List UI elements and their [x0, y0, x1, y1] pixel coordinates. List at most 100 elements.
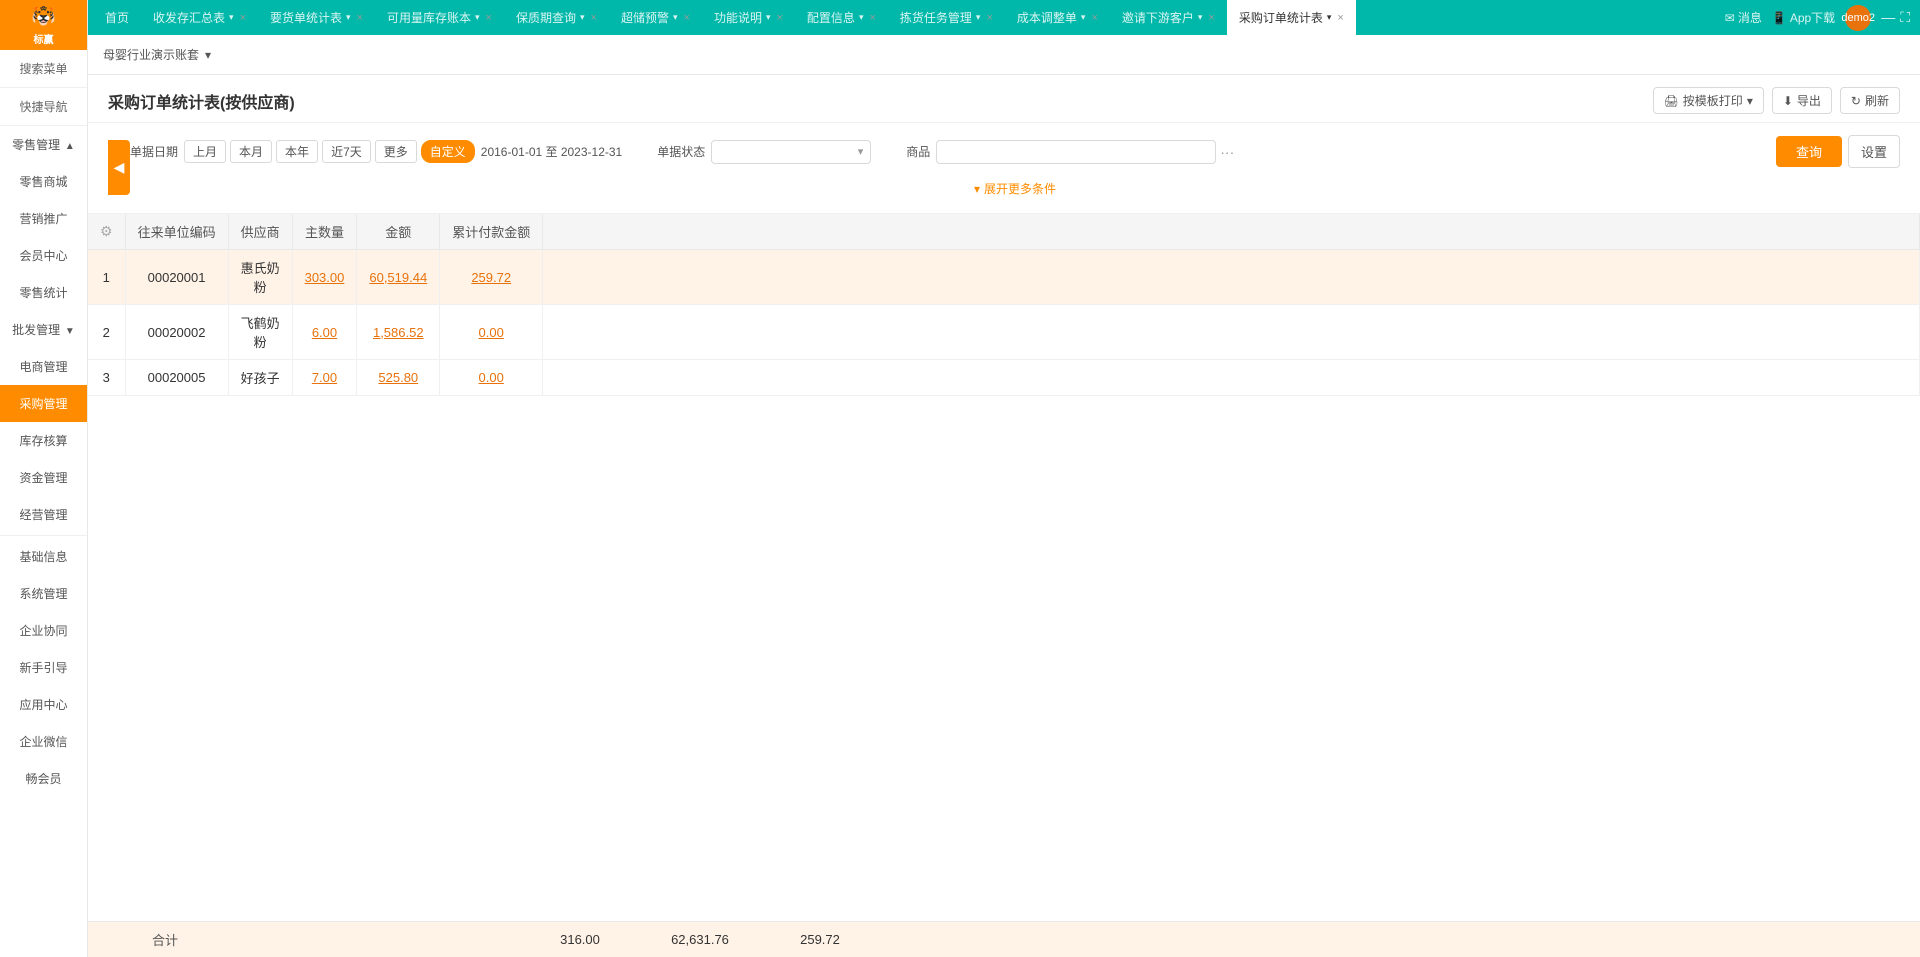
row-amount[interactable]: 60,519.44: [357, 250, 440, 305]
sidebar-item-system[interactable]: 系统管理: [0, 575, 87, 612]
sidebar-item-vip[interactable]: 畅会员: [0, 760, 87, 797]
minimize-btn[interactable]: —: [1881, 9, 1895, 26]
status-label: 单据状态: [657, 143, 705, 160]
goods-more-btn[interactable]: ···: [1220, 144, 1234, 160]
tab-cost-adjust[interactable]: 成本调整单 ▾ ×: [1005, 0, 1110, 35]
row-paid[interactable]: 259.72: [440, 250, 543, 305]
topbar: 首页 收发存汇总表 ▾ × 要货单统计表 ▾ × 可用量库存账本 ▾ × 保质期…: [88, 0, 1920, 35]
sidebar-item-basic[interactable]: 基础信息: [0, 538, 87, 575]
table-row[interactable]: 2 00020002 飞鹤奶粉 6.00 1,586.52 0.00: [88, 305, 1920, 360]
tab-close-cost[interactable]: ×: [1091, 12, 1097, 24]
row-qty[interactable]: 6.00: [292, 305, 357, 360]
tab-close-goods[interactable]: ×: [357, 12, 363, 24]
sidebar-item-search[interactable]: 搜索菜单: [0, 50, 87, 88]
row-code: 00020005: [125, 360, 228, 396]
tab-arrow-overstock: ▾: [673, 12, 678, 23]
sidebar-item-member[interactable]: 会员中心: [0, 237, 87, 274]
tab-close-invite[interactable]: ×: [1208, 12, 1214, 24]
sidebar-item-finance[interactable]: 资金管理: [0, 459, 87, 496]
row-supplier: 惠氏奶粉: [228, 250, 292, 305]
tab-close-available[interactable]: ×: [486, 12, 492, 24]
date-btn-more[interactable]: 更多: [375, 140, 417, 163]
footer-total-paid: 259.72: [760, 932, 880, 947]
goods-label: 商品: [906, 143, 930, 160]
row-qty[interactable]: 303.00: [292, 250, 357, 305]
tab-arrow-goods: ▾: [346, 12, 351, 23]
row-amount[interactable]: 525.80: [357, 360, 440, 396]
sidebar-item-retail-stat[interactable]: 零售统计: [0, 274, 87, 311]
tab-available-stock[interactable]: 可用量库存账本 ▾ ×: [375, 0, 504, 35]
sidebar-item-marketing[interactable]: 营销推广: [0, 200, 87, 237]
tab-function-desc[interactable]: 功能说明 ▾ ×: [702, 0, 795, 35]
workspace-selector[interactable]: 母婴行业演示账套 ▾: [103, 46, 211, 63]
tab-overstock[interactable]: 超储预警 ▾ ×: [609, 0, 702, 35]
status-select[interactable]: [711, 140, 871, 164]
print-button[interactable]: 🖨 按模板打印 ▾: [1653, 87, 1764, 114]
tab-close-config[interactable]: ×: [869, 12, 875, 24]
print-icon: 🖨: [1664, 94, 1679, 108]
sidebar-item-retail[interactable]: 零售管理 ▲: [0, 126, 87, 163]
row-paid[interactable]: 0.00: [440, 360, 543, 396]
date-btn-last-month[interactable]: 上月: [184, 140, 226, 163]
sidebar-item-operation[interactable]: 经营管理: [0, 496, 87, 533]
tab-goods-summary[interactable]: 要货单统计表 ▾ ×: [258, 0, 375, 35]
header-actions: 🖨 按模板打印 ▾ ⬇ 导出 ↻ 刷新: [1653, 87, 1900, 114]
filter-status-item: 单据状态: [657, 140, 871, 164]
gear-icon[interactable]: ⚙: [100, 223, 113, 239]
export-button[interactable]: ⬇ 导出: [1772, 87, 1832, 114]
tab-invite-downstream[interactable]: 邀请下游客户 ▾ ×: [1110, 0, 1227, 35]
expand-more-btn[interactable]: ▾ 展开更多条件: [130, 176, 1900, 201]
sidebar-item-appcenter[interactable]: 应用中心: [0, 686, 87, 723]
maximize-btn[interactable]: ⛶: [1900, 9, 1910, 26]
app-download-btn[interactable]: 📱 App下载: [1772, 9, 1835, 26]
date-btn-7days[interactable]: 近7天: [322, 140, 371, 163]
tab-close-func[interactable]: ×: [776, 12, 782, 24]
tab-close-overstock[interactable]: ×: [684, 12, 690, 24]
tab-close-collect[interactable]: ×: [240, 12, 246, 24]
table-row[interactable]: 3 00020005 好孩子 7.00 525.80 0.00: [88, 360, 1920, 396]
tab-arrow-purchase: ▾: [1327, 12, 1332, 23]
filter-toggle-button[interactable]: ◀: [108, 140, 130, 195]
col-supplier: 供应商: [228, 214, 292, 250]
sidebar-item-corpwechat[interactable]: 企业微信: [0, 723, 87, 760]
tab-close-warranty[interactable]: ×: [591, 12, 597, 24]
tab-home[interactable]: 首页: [93, 0, 141, 35]
user-avatar[interactable]: demo2: [1845, 5, 1871, 31]
tab-warranty[interactable]: 保质期查询 ▾ ×: [504, 0, 609, 35]
tab-close-pick[interactable]: ×: [986, 12, 992, 24]
sidebar-item-newguide[interactable]: 新手引导: [0, 649, 87, 686]
row-qty[interactable]: 7.00: [292, 360, 357, 396]
sidebar-item-inventory[interactable]: 库存核算: [0, 422, 87, 459]
date-btn-custom[interactable]: 自定义: [421, 140, 475, 163]
sidebar-item-wholesale[interactable]: 批发管理 ▼: [0, 311, 87, 348]
query-button[interactable]: 查询: [1776, 136, 1842, 167]
tab-purchase-summary[interactable]: 采购订单统计表 ▾ ×: [1227, 0, 1356, 35]
row-supplier: 好孩子: [228, 360, 292, 396]
settings-button[interactable]: 设置: [1848, 135, 1900, 168]
goods-input[interactable]: [936, 140, 1216, 164]
tab-arrow-pick: ▾: [976, 12, 981, 23]
row-code: 00020001: [125, 250, 228, 305]
date-btn-this-month[interactable]: 本月: [230, 140, 272, 163]
sidebar-item-ecommerce[interactable]: 电商管理: [0, 348, 87, 385]
tab-config-info[interactable]: 配置信息 ▾ ×: [795, 0, 888, 35]
row-index: 2: [88, 305, 125, 360]
table-header: ⚙ 往来单位编码 供应商 主数量 金额 累计付款金额: [88, 214, 1920, 250]
tab-close-purchase[interactable]: ×: [1337, 12, 1343, 24]
table-row[interactable]: 1 00020001 惠氏奶粉 303.00 60,519.44 259.72: [88, 250, 1920, 305]
col-qty: 主数量: [292, 214, 357, 250]
sidebar-item-retail-shop[interactable]: 零售商城: [0, 163, 87, 200]
sidebar-item-quicknav[interactable]: 快捷导航: [0, 88, 87, 126]
refresh-button[interactable]: ↻ 刷新: [1840, 87, 1900, 114]
topbar-right: ✉ 消息 📱 App下载 demo2 — ⛶: [1725, 5, 1920, 31]
row-amount[interactable]: 1,586.52: [357, 305, 440, 360]
message-btn[interactable]: ✉ 消息: [1725, 9, 1762, 26]
row-paid[interactable]: 0.00: [440, 305, 543, 360]
sidebar-item-enterprise[interactable]: 企业协同: [0, 612, 87, 649]
date-btn-this-year[interactable]: 本年: [276, 140, 318, 163]
col-extra: [543, 214, 1920, 250]
tab-pick-task[interactable]: 拣货任务管理 ▾ ×: [888, 0, 1005, 35]
tab-collect-summary[interactable]: 收发存汇总表 ▾ ×: [141, 0, 258, 35]
tab-arrow-warranty: ▾: [580, 12, 585, 23]
sidebar-item-purchase[interactable]: 采购管理: [0, 385, 87, 422]
